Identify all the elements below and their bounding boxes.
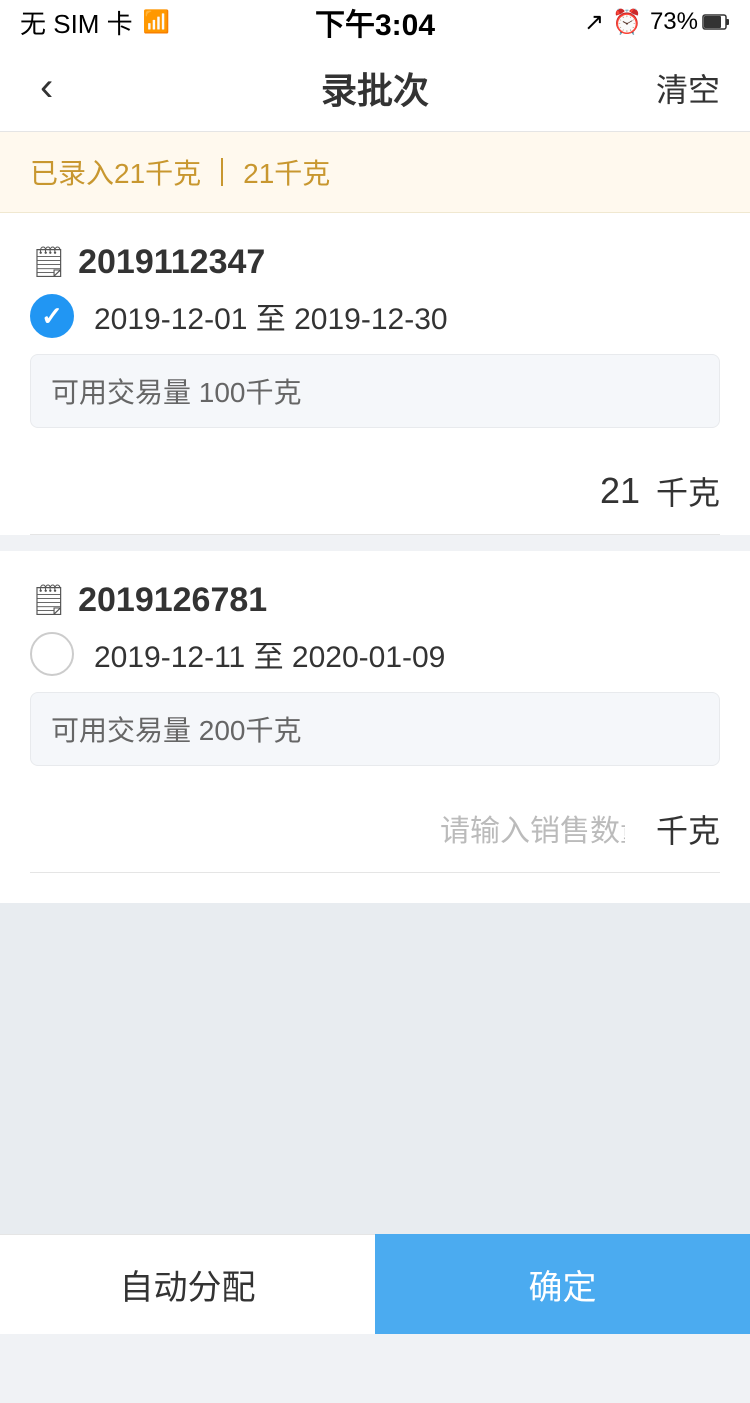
info-label: 已录入21千克	[30, 152, 201, 192]
available-qty-1: 可用交易量 100千克	[30, 354, 720, 428]
item-row-1: 2019-12-01 至 2019-12-30	[30, 294, 720, 338]
bottom-bar: 自动分配 确定	[0, 1234, 750, 1334]
item-header-2: 🗒 2019126781	[30, 581, 720, 620]
item-card-1: 🗒 2019112347 2019-12-01 至 2019-12-30 可用交…	[0, 213, 750, 535]
auto-distribute-button[interactable]: 自动分配	[0, 1234, 375, 1334]
location-icon: ↗	[584, 8, 604, 37]
alarm-icon: ⏰	[612, 8, 642, 37]
qty-unit-1: 千克	[656, 468, 720, 514]
section-divider-1	[0, 535, 750, 551]
item-row-2: 2019-12-11 至 2020-01-09	[30, 632, 720, 676]
nav-bar: ‹ 录批次 清空	[0, 44, 750, 132]
info-banner: 已录入21千克 21千克	[0, 132, 750, 213]
status-time: 下午3:04	[315, 0, 435, 44]
status-left: 无 SIM 卡 📶	[20, 4, 170, 41]
info-value: 21千克	[243, 152, 330, 192]
item-card-2: 🗒 2019126781 2019-12-11 至 2020-01-09 可用交…	[0, 551, 750, 903]
wifi-icon: 📶	[143, 9, 170, 35]
clear-button[interactable]: 清空	[656, 65, 720, 111]
back-button[interactable]: ‹	[30, 55, 63, 120]
status-bar: 无 SIM 卡 📶 下午3:04 ↗ ⏰ 73%	[0, 0, 750, 44]
battery-icon-svg	[702, 14, 730, 30]
available-qty-2: 可用交易量 200千克	[30, 692, 720, 766]
confirm-button[interactable]: 确定	[375, 1234, 750, 1334]
page-title: 录批次	[321, 62, 429, 114]
qty-unit-2: 千克	[656, 806, 720, 852]
qty-input-2[interactable]	[440, 808, 640, 850]
info-divider	[221, 158, 223, 186]
content-area: 已录入21千克 21千克 🗒 2019112347 2019-12-01 至 2…	[0, 132, 750, 1403]
status-right: ↗ ⏰ 73%	[584, 8, 730, 37]
qty-value-1: 21	[600, 470, 640, 512]
battery-indicator: 73%	[650, 8, 730, 36]
battery-percent: 73%	[650, 8, 698, 36]
radio-btn-1[interactable]	[30, 294, 74, 338]
item-date-1: 2019-12-01 至 2019-12-30	[94, 294, 448, 338]
item-id-2: 2019126781	[78, 581, 267, 620]
document-icon-1: 🗒	[30, 245, 68, 280]
carrier-text: 无 SIM 卡	[20, 4, 133, 41]
available-label-2: 可用交易量 200千克	[51, 715, 302, 746]
item-id-1: 2019112347	[78, 243, 265, 282]
qty-row-2[interactable]: 千克	[30, 786, 720, 873]
available-label-1: 可用交易量 100千克	[51, 377, 302, 408]
item-header-1: 🗒 2019112347	[30, 243, 720, 282]
qty-row-1: 21 千克	[30, 448, 720, 535]
document-icon-2: 🗒	[30, 583, 68, 618]
item-date-2: 2019-12-11 至 2020-01-09	[94, 632, 445, 676]
radio-btn-2[interactable]	[30, 632, 74, 676]
